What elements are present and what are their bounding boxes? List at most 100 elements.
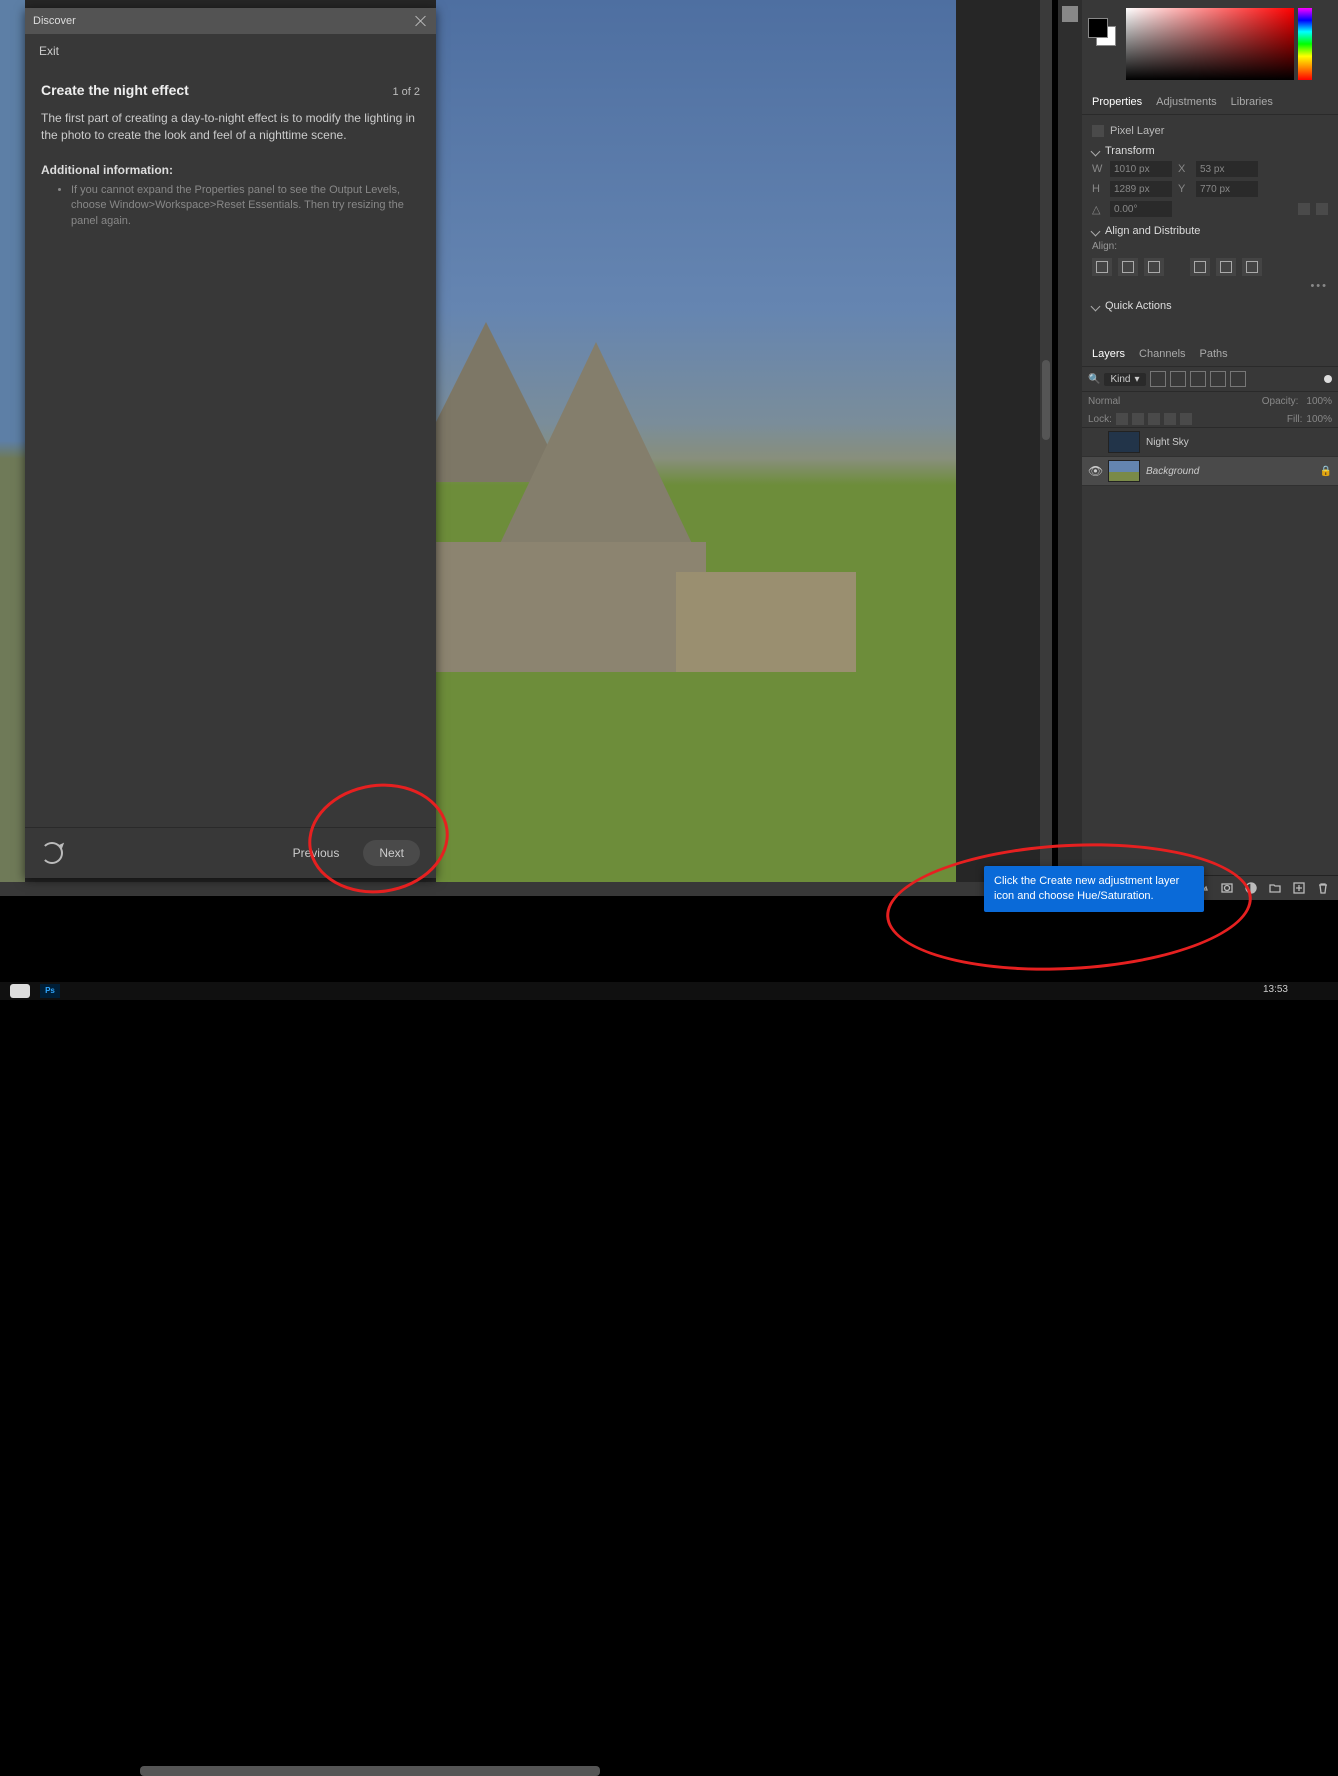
additional-list: If you cannot expand the Properties pane… <box>41 183 420 229</box>
y-label: Y <box>1178 183 1190 195</box>
new-layer-icon[interactable] <box>1292 881 1306 895</box>
properties-panel: Properties Adjustments Libraries Pixel L… <box>1082 90 1338 322</box>
color-field[interactable] <box>1126 8 1294 80</box>
canvas-left-edge <box>0 0 25 882</box>
discover-title: Discover <box>33 15 76 27</box>
horizontal-scrollbar-thumb[interactable] <box>140 1766 600 1776</box>
lock-trans-icon[interactable] <box>1116 413 1128 425</box>
more-options-icon[interactable]: ••• <box>1092 280 1328 292</box>
refresh-icon[interactable] <box>41 842 63 864</box>
canvas-image <box>436 0 956 882</box>
align-bottom-icon[interactable] <box>1242 258 1262 276</box>
collapsed-panel-strip[interactable] <box>1058 0 1082 900</box>
tab-channels[interactable]: Channels <box>1139 346 1185 362</box>
flip-h-icon[interactable] <box>1298 203 1310 215</box>
x-input[interactable]: 53 px <box>1196 161 1258 177</box>
tab-adjustments[interactable]: Adjustments <box>1156 94 1217 110</box>
filter-type-icon[interactable] <box>1190 371 1206 387</box>
discover-panel: Discover Exit Create the night effect 1 … <box>25 8 436 878</box>
height-input[interactable]: 1289 px <box>1110 181 1172 197</box>
vertical-scrollbar[interactable] <box>1040 0 1052 882</box>
layer-name[interactable]: Background <box>1146 466 1199 477</box>
layer-thumbnail[interactable] <box>1108 431 1140 453</box>
tutorial-body: The first part of creating a day-to-nigh… <box>41 110 420 145</box>
align-top-icon[interactable] <box>1190 258 1210 276</box>
additional-label: Additional information: <box>41 163 420 177</box>
lock-label: Lock: <box>1088 414 1112 425</box>
y-input[interactable]: 770 px <box>1196 181 1258 197</box>
width-label: W <box>1092 163 1104 175</box>
additional-tip: If you cannot expand the Properties pane… <box>71 183 420 229</box>
quick-actions-section[interactable]: Quick Actions <box>1092 300 1328 312</box>
close-icon[interactable] <box>414 14 428 28</box>
layer-name[interactable]: Night Sky <box>1146 437 1189 448</box>
collapsed-panel-icon[interactable] <box>1062 6 1078 22</box>
lock-icon[interactable]: 🔒 <box>1320 466 1332 477</box>
start-button[interactable] <box>10 984 30 998</box>
previous-button[interactable]: Previous <box>277 840 356 866</box>
foreground-color-swatch[interactable] <box>1088 18 1108 38</box>
new-adjustment-layer-icon[interactable] <box>1244 881 1258 895</box>
x-label: X <box>1178 163 1190 175</box>
color-panel <box>1082 0 1338 90</box>
step-counter: 1 of 2 <box>392 86 420 98</box>
angle-input[interactable]: 0.00° <box>1110 201 1172 217</box>
search-icon[interactable]: 🔍 <box>1088 374 1100 385</box>
align-center-v-icon[interactable] <box>1216 258 1236 276</box>
visibility-toggle[interactable]: 👁 <box>1088 464 1102 478</box>
tab-layers[interactable]: Layers <box>1092 346 1125 362</box>
transform-section[interactable]: Transform <box>1092 145 1328 157</box>
filter-toggle-icon[interactable] <box>1324 375 1332 383</box>
lock-all-icon[interactable] <box>1180 413 1192 425</box>
tab-properties[interactable]: Properties <box>1092 94 1142 110</box>
tab-paths[interactable]: Paths <box>1200 346 1228 362</box>
new-group-icon[interactable] <box>1268 881 1282 895</box>
tab-libraries[interactable]: Libraries <box>1231 94 1273 110</box>
horizontal-scrollbar-track[interactable] <box>0 882 1040 896</box>
taskbar-clock[interactable]: 13:53 <box>1263 984 1288 995</box>
filter-adjust-icon[interactable] <box>1170 371 1186 387</box>
height-label: H <box>1092 183 1104 195</box>
filter-smart-icon[interactable] <box>1230 371 1246 387</box>
align-left-icon[interactable] <box>1092 258 1112 276</box>
align-right-icon[interactable] <box>1144 258 1164 276</box>
lock-artboard-icon[interactable] <box>1164 413 1176 425</box>
align-center-h-icon[interactable] <box>1118 258 1138 276</box>
fill-input[interactable]: 100% <box>1306 414 1332 425</box>
next-button[interactable]: Next <box>363 840 420 866</box>
layer-row[interactable]: Night Sky <box>1082 428 1338 457</box>
right-dock: Properties Adjustments Libraries Pixel L… <box>1058 0 1338 900</box>
align-sublabel: Align: <box>1092 241 1328 252</box>
align-section[interactable]: Align and Distribute <box>1092 225 1328 237</box>
layer-row[interactable]: 👁 Background 🔒 <box>1082 457 1338 486</box>
layer-kind: Pixel Layer <box>1110 125 1164 137</box>
building-cone-main <box>496 342 696 552</box>
flip-v-icon[interactable] <box>1316 203 1328 215</box>
filter-kind-select[interactable]: Kind▾ <box>1104 373 1145 386</box>
opacity-input[interactable]: 100% <box>1306 396 1332 407</box>
fg-bg-swatch[interactable] <box>1088 18 1116 46</box>
taskbar-photoshop-icon[interactable]: Ps <box>40 984 60 998</box>
building-wall-right <box>676 572 856 672</box>
lock-image-icon[interactable] <box>1132 413 1144 425</box>
delete-layer-icon[interactable] <box>1316 881 1330 895</box>
lock-pos-icon[interactable] <box>1148 413 1160 425</box>
blend-mode-select[interactable]: Normal <box>1088 396 1120 407</box>
hue-slider[interactable] <box>1298 8 1312 80</box>
canvas-pasteboard <box>956 0 1040 882</box>
scrollbar-thumb[interactable] <box>1042 360 1050 440</box>
width-input[interactable]: 1010 px <box>1110 161 1172 177</box>
opacity-label: Opacity: <box>1262 396 1299 407</box>
fill-label: Fill: <box>1287 414 1303 425</box>
coachmark-tooltip: Click the Create new adjustment layer ic… <box>984 866 1204 912</box>
pixel-layer-icon <box>1092 125 1104 137</box>
discover-footer: Previous Next <box>25 827 436 878</box>
filter-shape-icon[interactable] <box>1210 371 1226 387</box>
discover-titlebar: Discover <box>25 8 436 34</box>
layer-thumbnail[interactable] <box>1108 460 1140 482</box>
layer-mask-icon[interactable] <box>1220 881 1234 895</box>
exit-link[interactable]: Exit <box>25 34 436 68</box>
taskbar[interactable]: Ps 13:53 <box>0 982 1338 1000</box>
filter-pixel-icon[interactable] <box>1150 371 1166 387</box>
layers-panel: Layers Channels Paths 🔍 Kind▾ Normal Opa <box>1082 342 1338 900</box>
